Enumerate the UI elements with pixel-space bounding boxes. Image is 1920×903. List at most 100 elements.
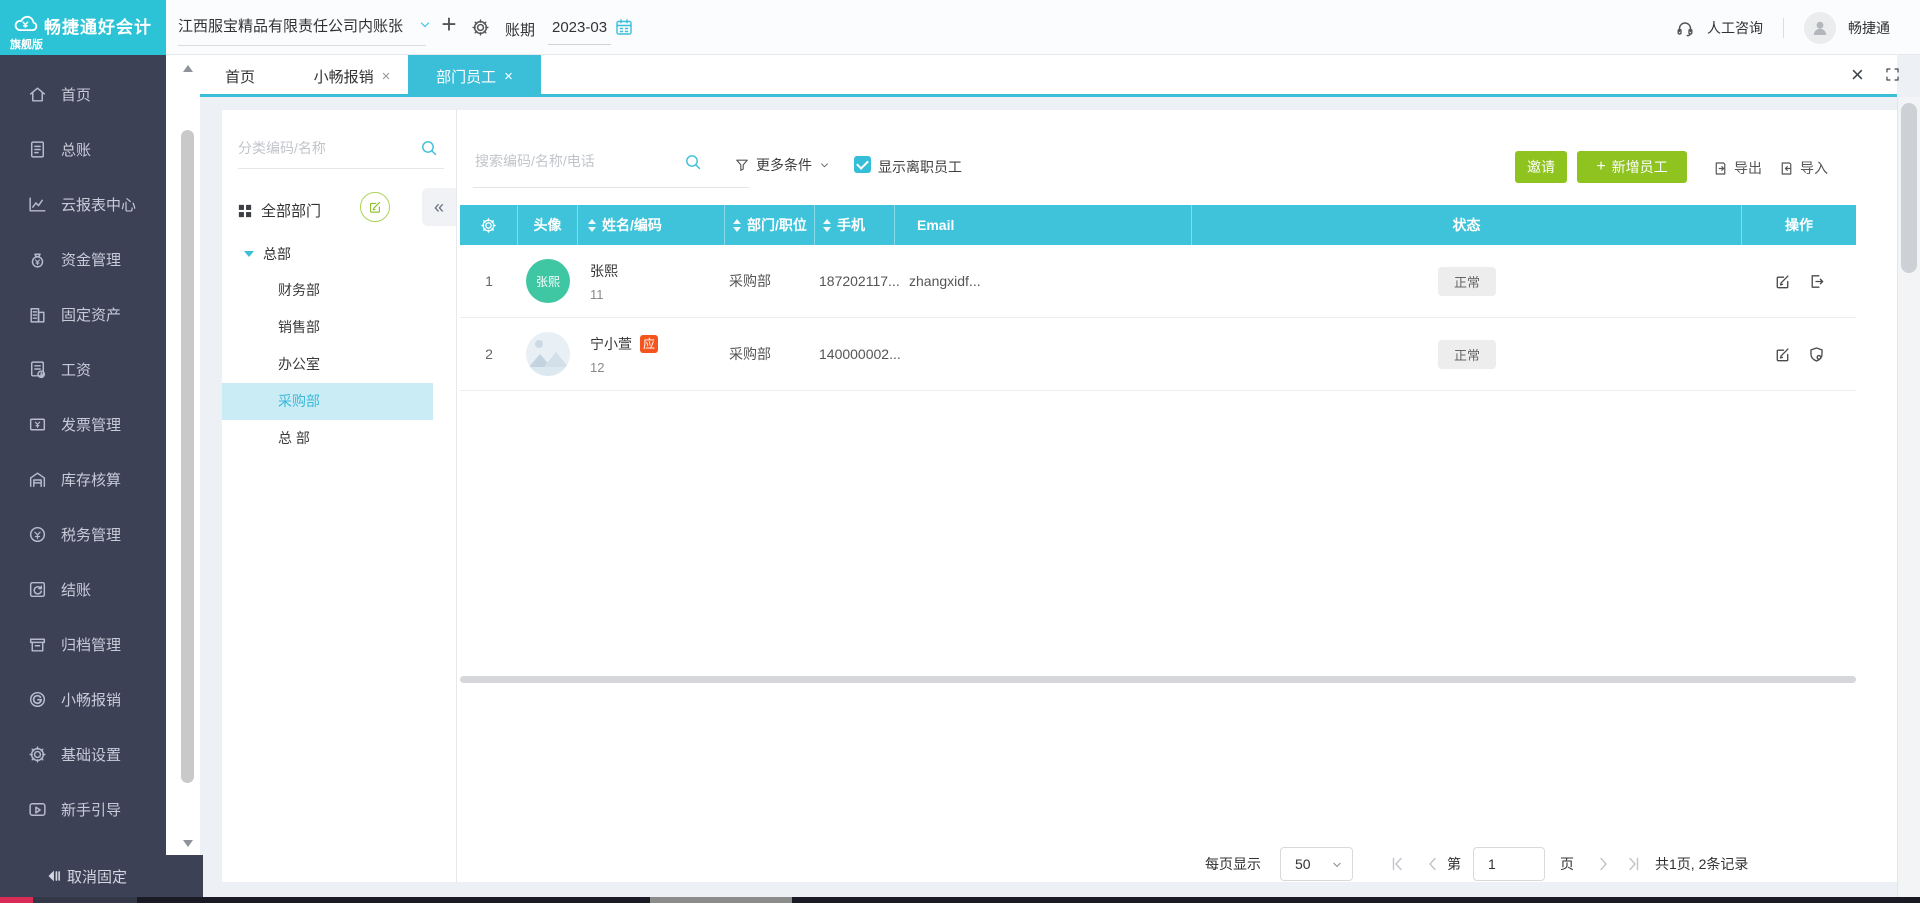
shield-permission-icon[interactable] [1807, 345, 1826, 364]
table-row[interactable]: 1 张熙 张熙 11 采购部 187202117... zhangxidf...… [460, 245, 1856, 318]
column-header-name[interactable]: 姓名/编码 [578, 205, 725, 245]
all-departments-item[interactable]: 全部部门 [238, 200, 321, 221]
more-filters-button[interactable]: 更多条件 [734, 155, 831, 175]
tree-node-office[interactable]: 办公室 [222, 346, 433, 383]
edit-icon[interactable] [1773, 272, 1792, 291]
column-header-email: Email [895, 205, 1192, 245]
company-selector[interactable]: 江西服宝精品有限责任公司内账张 [178, 0, 433, 50]
sort-icon[interactable] [733, 219, 741, 232]
name-cell: 张熙 11 [578, 245, 725, 317]
tab-reimburse[interactable]: 小畅报销 [300, 55, 404, 97]
close-icon[interactable] [504, 68, 513, 85]
add-employee-button[interactable]: 新增员工 [1577, 151, 1687, 183]
row-index: 1 [460, 245, 518, 317]
scroll-up-arrow-icon[interactable] [183, 65, 193, 72]
tree-node-finance[interactable]: 财务部 [222, 272, 433, 309]
sidebar-scrollbar[interactable] [166, 55, 200, 855]
import-button[interactable]: 导入 [1778, 158, 1828, 178]
avatar[interactable] [1804, 12, 1836, 44]
report-chart-icon [27, 194, 48, 215]
show-resigned-checkbox[interactable] [854, 156, 871, 173]
sun-icon [535, 340, 543, 348]
avatar-placeholder[interactable] [526, 332, 570, 376]
sidebar-item-inventory[interactable]: 库存核算 [0, 452, 166, 507]
caret-down-icon[interactable] [244, 251, 254, 257]
employee-search-input[interactable] [475, 153, 675, 169]
topbar-right: 人工咨询 畅捷通 [1675, 0, 1890, 55]
edit-departments-button[interactable] [360, 192, 390, 222]
edition-label: 旗舰版 [10, 36, 43, 52]
page-number-input[interactable] [1473, 847, 1545, 881]
unpin-label: 取消固定 [67, 866, 127, 887]
unpin-sidebar-button[interactable]: 取消固定 [0, 855, 203, 897]
add-account-button[interactable] [436, 9, 462, 40]
name-cell: 宁小萱应 12 [578, 318, 725, 390]
next-page-icon[interactable] [1593, 854, 1613, 874]
import-icon [1778, 160, 1795, 177]
tree-search-input[interactable] [238, 140, 408, 156]
sort-icon[interactable] [823, 219, 831, 232]
calendar-icon[interactable] [614, 17, 634, 37]
sort-icon[interactable] [588, 219, 596, 232]
sidebar-item-tax[interactable]: 税务管理 [0, 507, 166, 562]
show-resigned-label[interactable]: 显示离职员工 [878, 157, 962, 177]
scroll-down-arrow-icon[interactable] [183, 840, 193, 847]
sidebar-item-fixed-assets[interactable]: 固定资产 [0, 287, 166, 342]
sidebar-item-archive[interactable]: 归档管理 [0, 617, 166, 672]
gear-icon[interactable] [470, 17, 491, 38]
column-header-department[interactable]: 部门/职位 [725, 205, 815, 245]
last-page-icon[interactable] [1623, 854, 1643, 874]
sidebar-item-settings[interactable]: 基础设置 [0, 727, 166, 782]
sidebar-item-label: 小畅报销 [61, 689, 121, 710]
per-page-select[interactable]: 50 [1280, 847, 1353, 881]
taskbar-accent [0, 897, 33, 903]
scrollbar-thumb[interactable] [1901, 103, 1917, 273]
scrollbar-thumb[interactable] [181, 130, 194, 783]
close-icon[interactable] [382, 68, 391, 85]
sidebar-item-invoice[interactable]: 发票管理 [0, 397, 166, 452]
avatar[interactable]: 张熙 [526, 259, 570, 303]
previous-page-icon[interactable] [1423, 854, 1443, 874]
tab-home[interactable]: 首页 [208, 55, 272, 97]
sidebar-item-guide[interactable]: 新手引导 [0, 782, 166, 837]
horizontal-scrollbar[interactable] [460, 676, 1856, 683]
chevron-down-icon[interactable] [417, 17, 433, 33]
search-icon[interactable] [683, 152, 703, 172]
app-user-badge: 应 [640, 335, 658, 353]
pencil-icon [367, 199, 383, 215]
tree-node-root[interactable]: 总部 [244, 242, 291, 266]
page-prefix-label: 第 [1447, 854, 1461, 874]
department-tree-panel: 全部部门 总部 财务部 销售部 办公室 采购部 总 部 [222, 110, 457, 882]
tree-node-purchasing-selected[interactable]: 采购部 [222, 383, 433, 420]
resign-leave-icon[interactable] [1807, 272, 1826, 291]
sidebar-item-general-ledger[interactable]: 总账 [0, 122, 166, 177]
support-link[interactable]: 人工咨询 [1707, 18, 1763, 38]
sidebar-item-reimburse[interactable]: 小畅报销 [0, 672, 166, 727]
period-value[interactable]: 2023-03 [548, 14, 611, 45]
column-header-phone[interactable]: 手机 [815, 205, 895, 245]
table-row[interactable]: 2 宁小萱应 12 采购部 140000002... 正常 [460, 318, 1856, 391]
tab-department-employees[interactable]: 部门员工 [408, 55, 541, 97]
tree-node-headquarters[interactable]: 总 部 [222, 420, 433, 457]
status-cell: 正常 [1192, 245, 1742, 317]
company-name: 江西服宝精品有限责任公司内账张 [178, 15, 403, 36]
column-settings-button[interactable] [460, 205, 518, 245]
export-button[interactable]: 导出 [1712, 158, 1762, 178]
close-all-tabs-icon[interactable] [1851, 61, 1864, 89]
first-page-icon[interactable] [1388, 854, 1408, 874]
sidebar-item-report-center[interactable]: 云报表中心 [0, 177, 166, 232]
sidebar-item-home[interactable]: 首页 [0, 67, 166, 122]
vertical-scrollbar[interactable] [1897, 97, 1920, 897]
sidebar-item-member[interactable]: 好会员 [0, 837, 166, 855]
sidebar-item-closing[interactable]: 结账 [0, 562, 166, 617]
invite-button[interactable]: 邀请 [1515, 151, 1567, 183]
collapse-panel-button[interactable] [422, 188, 456, 226]
username[interactable]: 畅捷通 [1848, 18, 1890, 38]
edit-icon[interactable] [1773, 345, 1792, 364]
tree-node-sales[interactable]: 销售部 [222, 309, 433, 346]
search-icon[interactable] [419, 138, 439, 158]
sidebar-item-funds[interactable]: 资金管理 [0, 232, 166, 287]
email-cell: zhangxidf... [895, 245, 1192, 317]
sidebar-item-salary[interactable]: 工资 [0, 342, 166, 397]
fullscreen-icon[interactable] [1884, 66, 1901, 83]
